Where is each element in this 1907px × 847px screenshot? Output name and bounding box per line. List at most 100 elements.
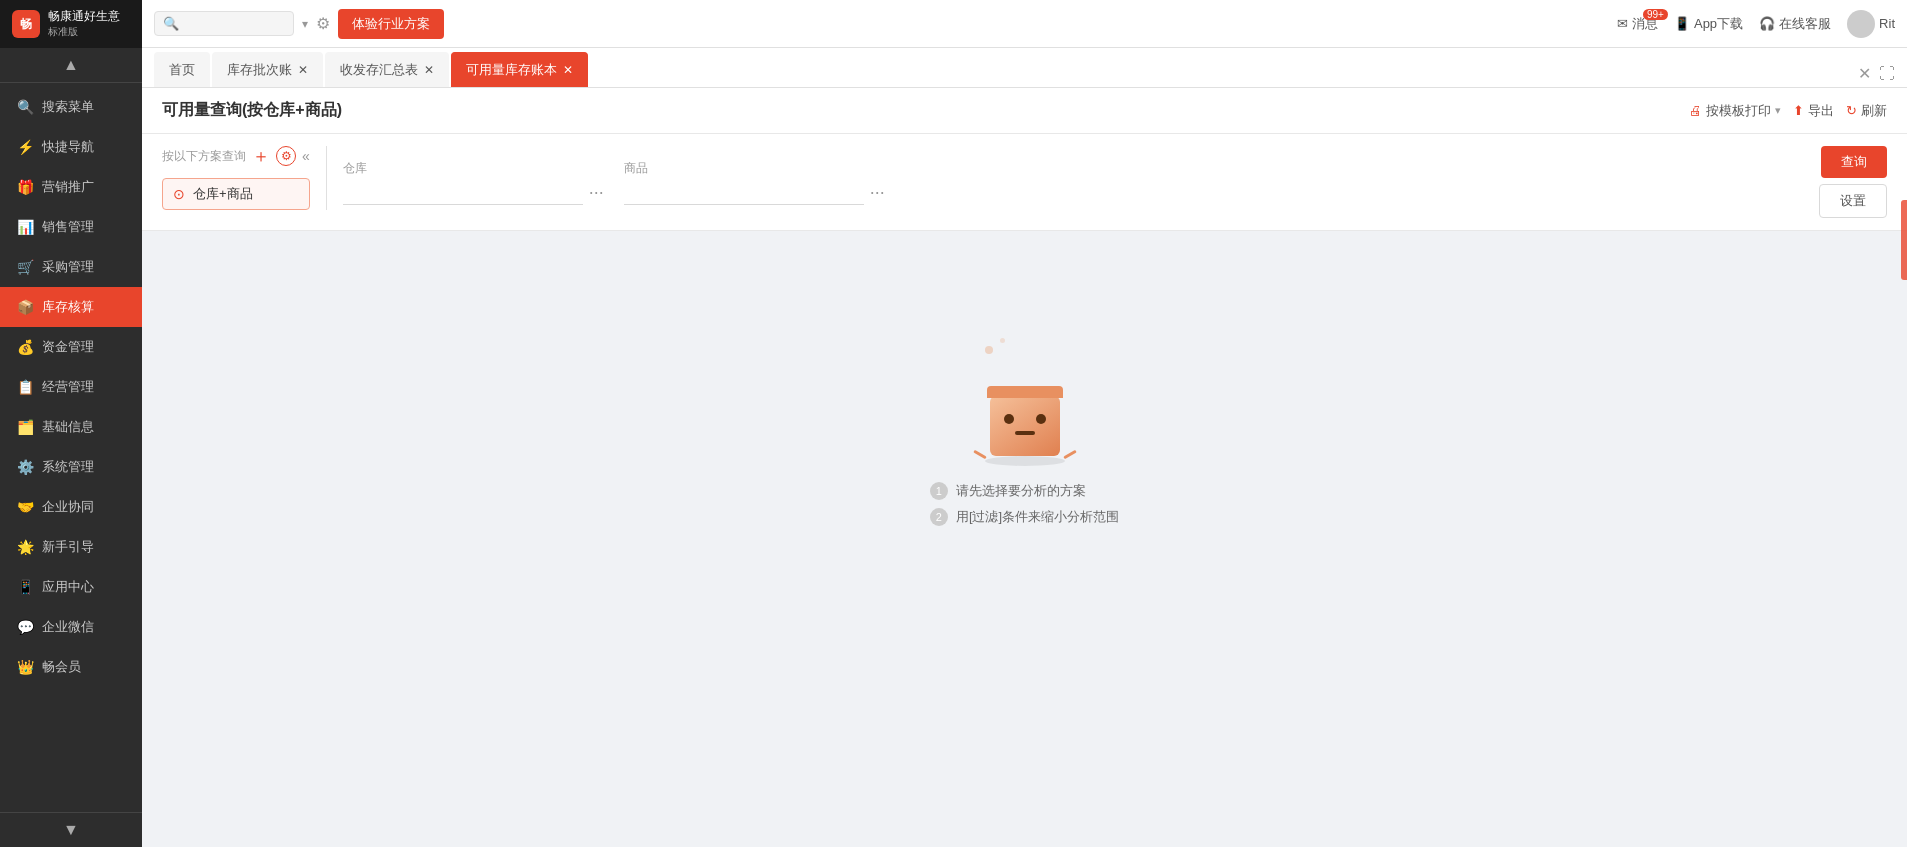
sidebar-item-basics[interactable]: 🗂️ 基础信息 (0, 407, 142, 447)
box-icon: 📦 (16, 298, 34, 316)
flash-icon: ⚡ (16, 138, 34, 156)
folder-icon: 🗂️ (16, 418, 34, 436)
sidebar-item-marketing[interactable]: 🎁 营销推广 (0, 167, 142, 207)
page-title: 可用量查询(按仓库+商品) (162, 100, 342, 121)
trial-button[interactable]: 体验行业方案 (338, 9, 444, 39)
sidebar-scroll-down[interactable]: ▼ (0, 817, 142, 843)
dropdown-chevron-icon[interactable]: ▾ (302, 17, 308, 31)
refresh-button[interactable]: ↻ 刷新 (1846, 102, 1887, 120)
filter-scheme-section: 按以下方案查询 ＋ ⚙ « ⊙ 仓库+商品 (162, 146, 327, 210)
settings-icon[interactable]: ⚙ (316, 14, 330, 33)
avatar (1847, 10, 1875, 38)
phone-icon: 📱 (16, 578, 34, 596)
filter-scheme-label: 按以下方案查询 ＋ ⚙ « (162, 146, 310, 166)
print-dropdown-icon[interactable]: ▾ (1775, 104, 1781, 117)
sidebar-item-enterprise[interactable]: 🤝 企业协同 (0, 487, 142, 527)
message-badge: 99+ (1643, 9, 1668, 20)
sidebar-item-appstore[interactable]: 📱 应用中心 (0, 567, 142, 607)
query-button[interactable]: 查询 (1821, 146, 1887, 178)
hint-number-2: 2 (930, 508, 948, 526)
tab-stock-summary[interactable]: 收发存汇总表 ✕ (325, 52, 449, 87)
sidebar-item-sales[interactable]: 📊 销售管理 (0, 207, 142, 247)
right-scroll-indicator[interactable] (1901, 200, 1907, 280)
search-icon: 🔍 (163, 16, 179, 31)
filter-fields: 仓库 ··· 商品 ··· 查询 设置 (343, 146, 1887, 218)
app-version: 标准版 (48, 25, 120, 39)
topbar-search-box[interactable]: 🔍 (154, 11, 294, 36)
window-close-button[interactable]: ✕ (1858, 64, 1871, 83)
money-icon: 💰 (16, 338, 34, 356)
settings-button[interactable]: 设置 (1819, 184, 1887, 218)
sidebar-item-operations[interactable]: 📋 经营管理 (0, 367, 142, 407)
clipboard-icon: 📋 (16, 378, 34, 396)
headphone-icon: 🎧 (1759, 16, 1775, 31)
product-more-icon[interactable]: ··· (870, 182, 885, 203)
sidebar-item-purchase[interactable]: 🛒 采购管理 (0, 247, 142, 287)
chart-icon: 📊 (16, 218, 34, 236)
sidebar-scroll-up[interactable]: ▲ (0, 52, 142, 78)
empty-hints: 1 请先选择要分析的方案 2 用[过滤]条件来缩小分析范围 (930, 482, 1119, 526)
printer-icon: 🖨 (1689, 103, 1702, 118)
chat-icon: 💬 (16, 618, 34, 636)
cart-icon: 🛒 (16, 258, 34, 276)
topbar-right: ✉ 消息 99+ 📱 App下载 🎧 在线客服 Rit (1617, 10, 1895, 38)
download-icon: 📱 (1674, 16, 1690, 31)
export-button[interactable]: ⬆ 导出 (1793, 102, 1834, 120)
tab-available-stock-close[interactable]: ✕ (563, 63, 573, 77)
filter-add-button[interactable]: ＋ (252, 147, 270, 165)
product-field: 商品 ··· (624, 160, 885, 205)
message-button[interactable]: ✉ 消息 99+ (1617, 15, 1658, 33)
filter-buttons: 查询 设置 (1819, 146, 1887, 218)
tab-batch[interactable]: 库存批次账 ✕ (212, 52, 323, 87)
refresh-icon: ↻ (1846, 103, 1857, 118)
sidebar-item-member[interactable]: 👑 畅会员 (0, 647, 142, 687)
warehouse-input[interactable] (343, 181, 583, 205)
tab-home[interactable]: 首页 (154, 52, 210, 87)
warehouse-more-icon[interactable]: ··· (589, 182, 604, 203)
sidebar-item-inventory[interactable]: 📦 库存核算 (0, 287, 142, 327)
app-name: 畅康通好生意 (48, 9, 120, 25)
filter-scheme-item[interactable]: ⊙ 仓库+商品 (162, 178, 310, 210)
sidebar-nav: 🔍 搜索菜单 ⚡ 快捷导航 🎁 营销推广 📊 销售管理 🛒 采购管理 📦 库存核… (0, 83, 142, 812)
sidebar-item-system[interactable]: ⚙️ 系统管理 (0, 447, 142, 487)
page-content: 可用量查询(按仓库+商品) 🖨 按模板打印 ▾ ⬆ 导出 ↻ 刷新 (142, 88, 1907, 847)
main-content: 🔍 ▾ ⚙ 体验行业方案 ✉ 消息 99+ 📱 App下载 🎧 在线客服 Rit (142, 0, 1907, 847)
warehouse-input-row: ··· (343, 181, 604, 205)
sidebar-item-search[interactable]: 🔍 搜索菜单 (0, 87, 142, 127)
sidebar-item-wechat[interactable]: 💬 企业微信 (0, 607, 142, 647)
filter-panel: 按以下方案查询 ＋ ⚙ « ⊙ 仓库+商品 仓库 (142, 134, 1907, 231)
sidebar-item-shortcut[interactable]: ⚡ 快捷导航 (0, 127, 142, 167)
user-profile-button[interactable]: Rit (1847, 10, 1895, 38)
page-actions: 🖨 按模板打印 ▾ ⬆ 导出 ↻ 刷新 (1689, 102, 1887, 120)
handshake-icon: 🤝 (16, 498, 34, 516)
tab-stock-summary-close[interactable]: ✕ (424, 63, 434, 77)
star-icon: 🌟 (16, 538, 34, 556)
scheme-icon: ⊙ (173, 186, 185, 202)
tabs-bar: 首页 库存批次账 ✕ 收发存汇总表 ✕ 可用量库存账本 ✕ ✕ ⛶ (142, 48, 1907, 88)
empty-hint-2: 2 用[过滤]条件来缩小分析范围 (930, 508, 1119, 526)
product-input[interactable] (624, 181, 864, 205)
empty-state: 1 请先选择要分析的方案 2 用[过滤]条件来缩小分析范围 (142, 231, 1907, 631)
sidebar-item-newbie[interactable]: 🌟 新手引导 (0, 527, 142, 567)
sidebar-header: 畅 畅康通好生意 标准版 (0, 0, 142, 48)
online-service-button[interactable]: 🎧 在线客服 (1759, 15, 1831, 33)
filter-collapse-button[interactable]: « (302, 148, 310, 164)
app-logo: 畅 (12, 10, 40, 38)
warehouse-field: 仓库 ··· (343, 160, 604, 205)
tab-available-stock[interactable]: 可用量库存账本 ✕ (451, 52, 588, 87)
tab-batch-close[interactable]: ✕ (298, 63, 308, 77)
export-icon: ⬆ (1793, 103, 1804, 118)
app-download-button[interactable]: 📱 App下载 (1674, 15, 1743, 33)
gear-icon: ⚙️ (16, 458, 34, 476)
sidebar-item-finance[interactable]: 💰 资金管理 (0, 327, 142, 367)
empty-illustration (965, 336, 1085, 466)
empty-hint-1: 1 请先选择要分析的方案 (930, 482, 1119, 500)
filter-set-button[interactable]: ⚙ (276, 146, 296, 166)
search-icon: 🔍 (16, 98, 34, 116)
hint-number-1: 1 (930, 482, 948, 500)
search-input[interactable] (185, 17, 285, 31)
window-expand-icon[interactable]: ⛶ (1879, 65, 1895, 83)
message-icon: ✉ (1617, 16, 1628, 31)
app-info: 畅康通好生意 标准版 (48, 9, 120, 39)
print-button[interactable]: 🖨 按模板打印 ▾ (1689, 102, 1781, 120)
